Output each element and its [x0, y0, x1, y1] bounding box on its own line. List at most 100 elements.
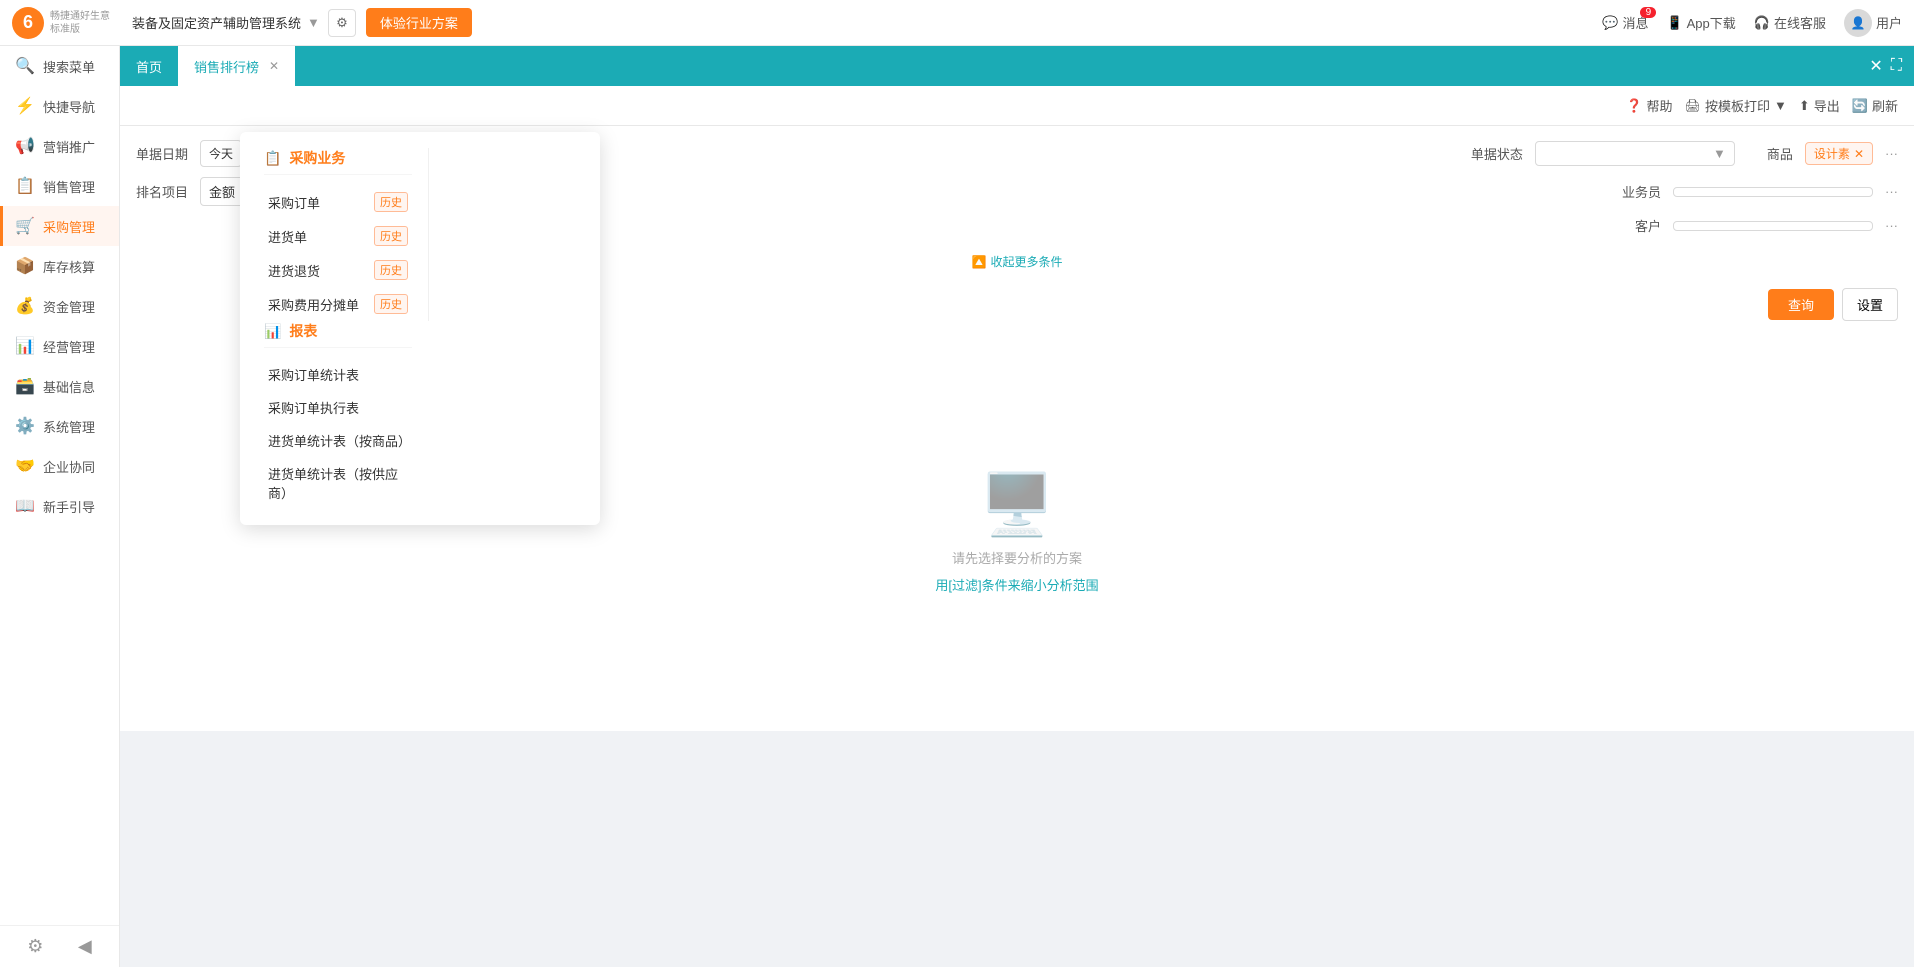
message-button[interactable]: 💬 消息 9: [1602, 13, 1648, 32]
goods-ellipsis[interactable]: ···: [1885, 146, 1898, 161]
report-title-text: 报表: [289, 321, 317, 341]
settings-button[interactable]: ⚙: [328, 9, 356, 37]
sidebar-icon-operation: 📊: [15, 336, 35, 356]
sidebar-label-search: 搜索菜单: [43, 57, 95, 76]
sidebar-item-guide[interactable]: 📖 新手引导: [0, 486, 119, 526]
app-download-button[interactable]: 📱 App下载: [1666, 13, 1735, 32]
goods-tag-close-icon[interactable]: ✕: [1854, 147, 1864, 161]
sidebar-item-system[interactable]: ⚙️系统管理: [0, 406, 119, 446]
online-service-label: 在线客服: [1774, 13, 1826, 32]
customer-select[interactable]: [1673, 221, 1873, 231]
tab-sales-ranking[interactable]: 销售排行榜 ✕: [178, 46, 295, 86]
sidebar-collapse-button[interactable]: ◀: [78, 936, 92, 957]
top-right-area: 💬 消息 9 📱 App下载 🎧 在线客服 👤 用户: [1602, 9, 1902, 37]
empty-hint-1: 请先选择要分析的方案: [952, 548, 1082, 567]
setting-button[interactable]: 设置: [1842, 288, 1898, 321]
help-button[interactable]: ❓ 帮助: [1626, 96, 1672, 115]
headset-icon: 🎧: [1754, 15, 1770, 31]
mobile-icon: 📱: [1666, 15, 1682, 31]
menu-item-purchase-expense[interactable]: 采购费用分摊单 历史: [264, 287, 412, 321]
maximize-icon[interactable]: ⛶: [1891, 57, 1902, 75]
sidebar-item-quick[interactable]: ⚡ 快捷导航: [0, 86, 119, 126]
menu-item-stock-return[interactable]: 进货退货 历史: [264, 253, 412, 287]
refresh-label: 刷新: [1872, 96, 1898, 115]
user-button[interactable]: 👤 用户: [1844, 9, 1902, 37]
sidebar-label-quick: 快捷导航: [43, 97, 95, 116]
avatar: 👤: [1844, 9, 1872, 37]
sidebar-label-enterprise: 企业协同: [43, 457, 95, 476]
purchase-section-title: 📋 采购业务: [264, 148, 412, 175]
goods-tag-text: 设计素: [1814, 145, 1850, 162]
report-section-title: 📊 报表: [264, 321, 412, 348]
sidebar-item-finance[interactable]: 💰资金管理: [0, 286, 119, 326]
date-filter-label: 单据日期: [136, 144, 188, 163]
purchase-icon: 📋: [264, 150, 281, 167]
purchase-title-text: 采购业务: [289, 148, 345, 168]
sidebar-icon-guide: 📖: [15, 496, 35, 516]
export-icon: ⬆: [1799, 98, 1810, 114]
help-label: 帮助: [1646, 96, 1672, 115]
query-button[interactable]: 查询: [1768, 289, 1834, 320]
sidebar-label-sales: 销售管理: [43, 177, 95, 196]
menu-item-stock-by-supplier[interactable]: 进货单统计表（按供应商）: [264, 457, 412, 509]
logo-text: 畅捷通好生意 标准版: [50, 10, 110, 36]
salesperson-ellipsis[interactable]: ···: [1885, 184, 1898, 199]
goods-label: 商品: [1767, 144, 1793, 163]
tab-home[interactable]: 首页: [120, 46, 178, 86]
print-button[interactable]: 🖨 按模板打印 ▼: [1684, 96, 1786, 115]
report-icon: 📊: [264, 323, 281, 340]
user-label: 用户: [1876, 13, 1902, 32]
sidebar-label-guide: 新手引导: [43, 497, 95, 516]
export-button[interactable]: ⬆ 导出: [1799, 96, 1840, 115]
menu-item-stock-in[interactable]: 进货单 历史: [264, 219, 412, 253]
content-area: 首页 销售排行榜 ✕ ✕ ⛶ ❓ 帮助: [120, 46, 1914, 967]
tab-sales-ranking-label: 销售排行榜: [194, 57, 259, 76]
sidebar-icon-sales: 📋: [15, 176, 35, 196]
industry-button[interactable]: 体验行业方案: [366, 8, 472, 37]
sidebar-item-purchase[interactable]: 🛒采购管理: [0, 206, 119, 246]
salesperson-select[interactable]: [1673, 187, 1873, 197]
sidebar-icon-quick: ⚡: [15, 96, 35, 116]
sidebar-item-operation[interactable]: 📊经营管理: [0, 326, 119, 366]
title-dropdown-icon[interactable]: ▼: [307, 15, 320, 30]
print-dropdown-icon[interactable]: ▼: [1774, 98, 1787, 113]
menu-divider: [428, 148, 429, 321]
menu-item-purchase-order-stat[interactable]: 采购订单统计表: [264, 358, 412, 391]
menu-item-stock-by-goods[interactable]: 进货单统计表（按商品）: [264, 424, 412, 457]
refresh-button[interactable]: 🔄 刷新: [1852, 96, 1898, 115]
online-service-button[interactable]: 🎧 在线客服: [1754, 13, 1826, 32]
sidebar-settings-button[interactable]: ⚙: [27, 936, 43, 957]
sidebar-item-inventory[interactable]: 📦库存核算: [0, 246, 119, 286]
doc-status-select[interactable]: ▼: [1535, 141, 1735, 166]
close-window-icon[interactable]: ✕: [1869, 56, 1882, 76]
sidebar-item-enterprise[interactable]: 🤝企业协同: [0, 446, 119, 486]
sidebar-bottom: ⚙ ◀: [0, 925, 119, 967]
logo-line1: 畅捷通好生意: [50, 10, 110, 23]
empty-illustration: 🖥️: [980, 469, 1055, 540]
logo-icon: 6: [12, 7, 44, 39]
sidebar-label-finance: 资金管理: [43, 297, 95, 316]
tab-home-label: 首页: [136, 57, 162, 76]
menu-item-purchase-order-exec[interactable]: 采购订单执行表: [264, 391, 412, 424]
menu-item-purchase-order[interactable]: 采购订单 历史: [264, 185, 412, 219]
sidebar-item-basic[interactable]: 🗃️基础信息: [0, 366, 119, 406]
date-btn-today[interactable]: 今天: [200, 140, 242, 167]
customer-label: 客户: [1635, 216, 1661, 235]
sidebar-item-marketing[interactable]: 📢营销推广: [0, 126, 119, 166]
message-icon: 💬: [1602, 15, 1618, 31]
tab-close-icon[interactable]: ✕: [269, 59, 279, 73]
print-label: 按模板打印: [1705, 96, 1770, 115]
top-bar: 6 畅捷通好生意 标准版 装备及固定资产辅助管理系统 ▼ ⚙ 体验行业方案 💬 …: [0, 0, 1914, 46]
dropdown-menu: 📋 采购业务 采购订单 历史 进货单 历史 进货退货: [240, 132, 600, 525]
customer-ellipsis[interactable]: ···: [1885, 218, 1898, 233]
sidebar-item-sales[interactable]: 📋 销售管理: [0, 166, 119, 206]
sidebar-label-purchase: 采购管理: [43, 217, 95, 236]
logo-line2: 标准版: [50, 23, 110, 36]
help-icon: ❓: [1626, 98, 1642, 114]
sidebar-label-system: 系统管理: [43, 417, 95, 436]
goods-tag[interactable]: 设计素 ✕: [1805, 142, 1873, 165]
export-label: 导出: [1814, 96, 1840, 115]
salesperson-label: 业务员: [1622, 182, 1661, 201]
app-download-label: App下载: [1687, 13, 1736, 32]
sidebar-item-search[interactable]: 🔍搜索菜单: [0, 46, 119, 86]
